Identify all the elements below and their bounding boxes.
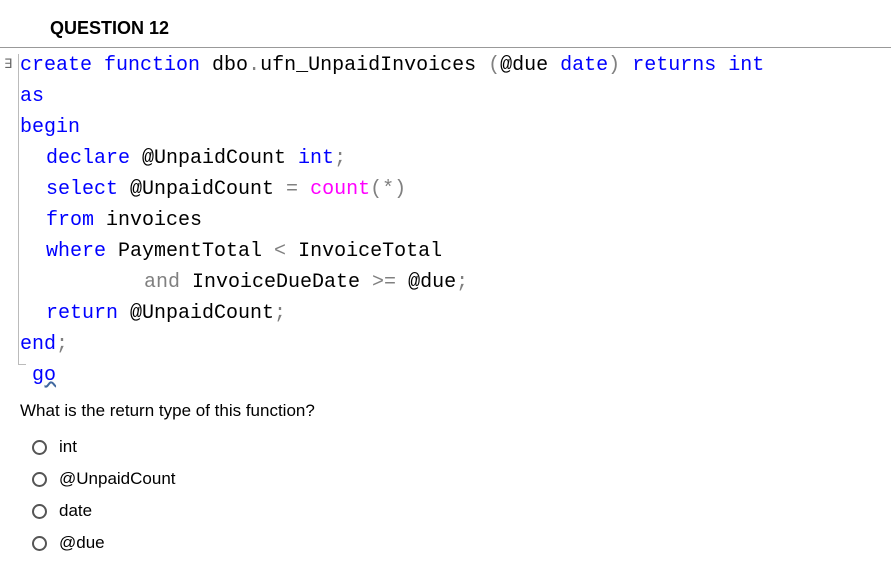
- type-int: int: [298, 147, 334, 170]
- kw-where: where: [46, 240, 106, 263]
- kw-return: return: [46, 302, 118, 325]
- fold-corner: [18, 364, 26, 365]
- code-line-5: select @UnpaidCount = count(*): [20, 174, 891, 205]
- code-line-7: where PaymentTotal < InvoiceTotal: [20, 236, 891, 267]
- var-name: @UnpaidCount: [118, 302, 274, 325]
- option-label: @UnpaidCount: [59, 469, 176, 489]
- schema-name: dbo: [200, 54, 248, 77]
- star: *: [382, 178, 394, 201]
- code-line-11: go: [20, 360, 891, 391]
- equals: =: [286, 178, 298, 201]
- fn-count: count: [298, 178, 370, 201]
- radio-icon: [32, 472, 47, 487]
- paren-open: (: [488, 54, 500, 77]
- option-due[interactable]: @due: [32, 527, 891, 559]
- semicolon: ;: [456, 271, 468, 294]
- code-line-2: as: [20, 81, 891, 112]
- lt: <: [274, 240, 286, 263]
- code-line-8: and InvoiceDueDate >= @due;: [20, 267, 891, 298]
- paren-open: (: [370, 178, 382, 201]
- code-line-1: create function dbo.ufn_UnpaidInvoices (…: [20, 50, 891, 81]
- option-unpaidcount[interactable]: @UnpaidCount: [32, 463, 891, 495]
- option-int[interactable]: int: [32, 431, 891, 463]
- type-date: date: [560, 54, 608, 77]
- code-line-10: end;: [20, 329, 891, 360]
- code-line-6: from invoices: [20, 205, 891, 236]
- options-group: int @UnpaidCount date @due: [0, 421, 891, 559]
- var-name: @due: [396, 271, 456, 294]
- fold-icon: ∃: [4, 54, 16, 66]
- semicolon: ;: [274, 302, 286, 325]
- option-label: int: [59, 437, 77, 457]
- code-line-4: declare @UnpaidCount int;: [20, 143, 891, 174]
- gte: >=: [372, 271, 396, 294]
- param-name: @due: [500, 54, 560, 77]
- radio-icon: [32, 504, 47, 519]
- option-date[interactable]: date: [32, 495, 891, 527]
- col-name: InvoiceTotal: [286, 240, 442, 263]
- code-block: ∃ create function dbo.ufn_UnpaidInvoices…: [0, 47, 891, 391]
- code-line-9: return @UnpaidCount;: [20, 298, 891, 329]
- fold-guide: [18, 54, 19, 364]
- semicolon: ;: [56, 333, 68, 356]
- kw-create: create: [20, 54, 92, 77]
- radio-icon: [32, 536, 47, 551]
- option-label: @due: [59, 533, 105, 553]
- var-name: @UnpaidCount: [118, 178, 286, 201]
- question-prompt: What is the return type of this function…: [0, 391, 891, 421]
- paren-close: ): [394, 178, 406, 201]
- semicolon: ;: [334, 147, 346, 170]
- kw-as: as: [20, 85, 44, 108]
- radio-icon: [32, 440, 47, 455]
- kw-begin: begin: [20, 116, 80, 139]
- kw-returns: returns: [620, 54, 716, 77]
- kw-go: go: [32, 364, 56, 387]
- col-name: InvoiceDueDate: [180, 271, 372, 294]
- kw-select: select: [46, 178, 118, 201]
- kw-from: from: [46, 209, 94, 232]
- function-name: ufn_UnpaidInvoices: [260, 54, 488, 77]
- kw-end: end: [20, 333, 56, 356]
- kw-function: function: [104, 54, 200, 77]
- code-line-3: begin: [20, 112, 891, 143]
- type-int: int: [716, 54, 764, 77]
- question-title: QUESTION 12: [0, 18, 891, 47]
- paren-close: ): [608, 54, 620, 77]
- option-label: date: [59, 501, 92, 521]
- var-name: @UnpaidCount: [130, 147, 298, 170]
- dot: .: [248, 54, 260, 77]
- col-name: PaymentTotal: [106, 240, 274, 263]
- table-name: invoices: [94, 209, 202, 232]
- kw-and: and: [144, 271, 180, 294]
- kw-declare: declare: [46, 147, 130, 170]
